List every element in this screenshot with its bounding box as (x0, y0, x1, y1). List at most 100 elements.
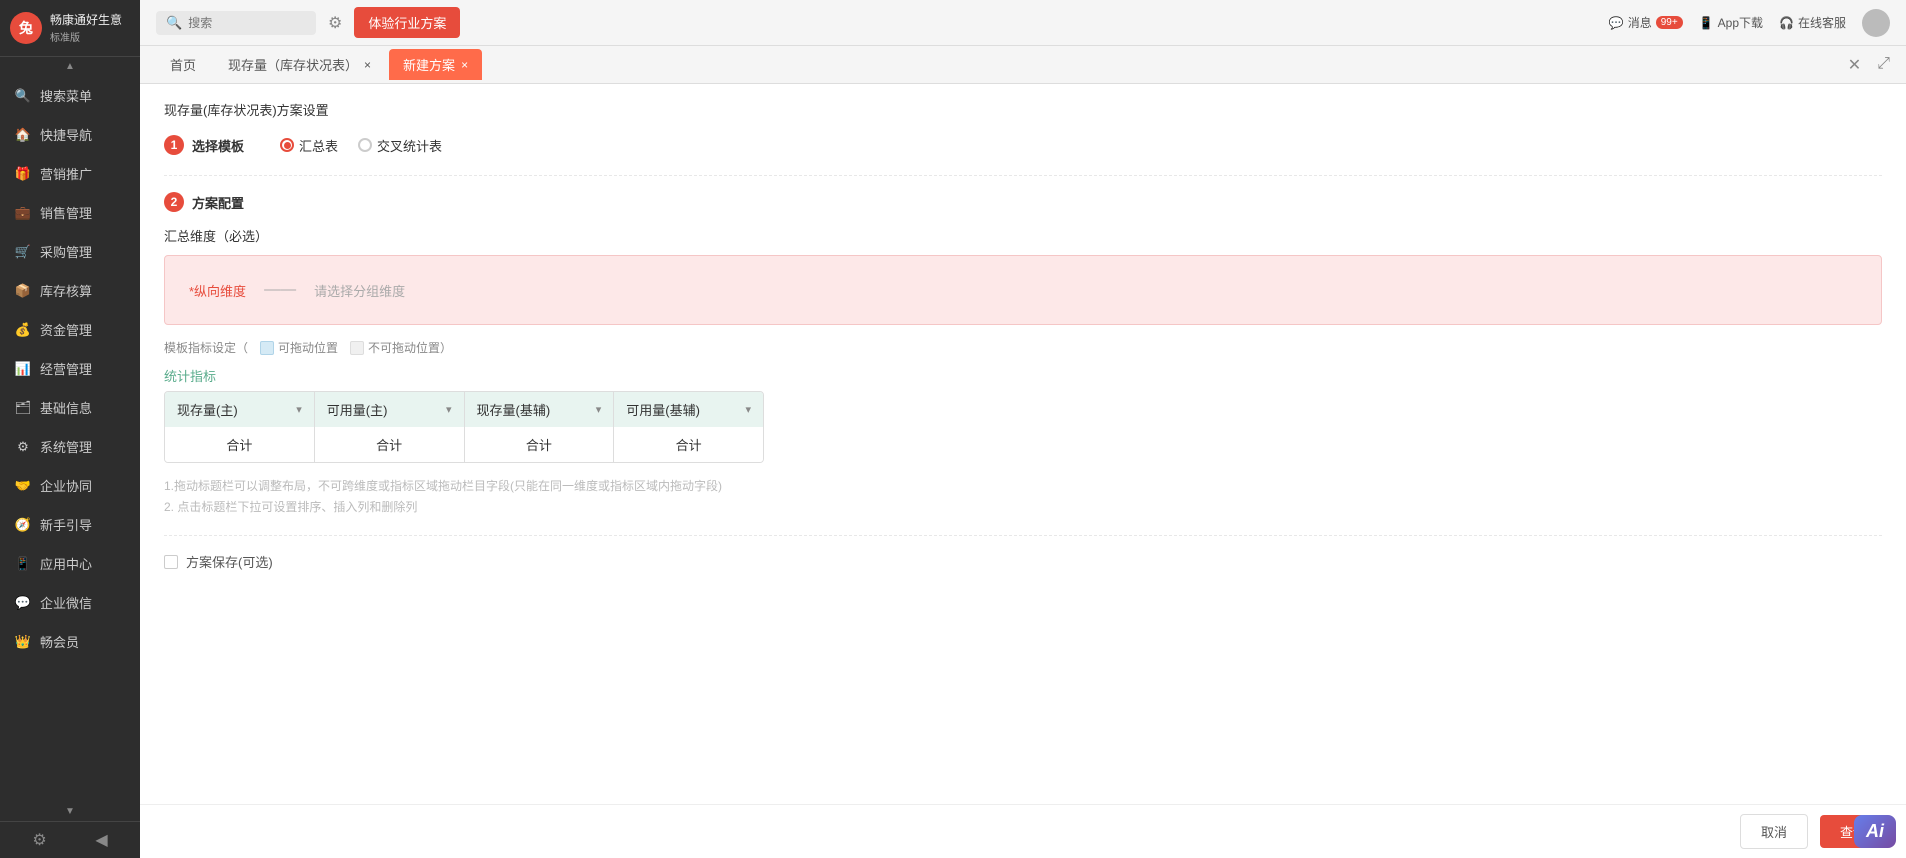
cancel-button[interactable]: 取消 (1740, 814, 1808, 849)
sidebar-item-search[interactable]: 🔍 搜索菜单 (0, 76, 140, 115)
dim-required-area[interactable]: *纵向维度 —— 请选择分组维度 (164, 255, 1882, 325)
tab-home-label: 首页 (170, 55, 196, 74)
stats-col-1-label: 可用量(主) (327, 400, 388, 419)
home-icon: 🏠 (14, 126, 32, 144)
search-input[interactable] (188, 16, 306, 30)
chevron-down-icon-2[interactable]: ▾ (596, 403, 602, 416)
sidebar-item-sales[interactable]: 💼 销售管理 (0, 193, 140, 232)
sidebar-item-marketing[interactable]: 🎁 营销推广 (0, 154, 140, 193)
chevron-down-icon-0[interactable]: ▾ (296, 403, 302, 416)
content-area: 现存量(库存状况表)方案设置 1 选择模板 汇总表 交叉统计表 (140, 84, 1906, 804)
sidebar-item-purchase[interactable]: 🛒 采购管理 (0, 232, 140, 271)
stats-col-1[interactable]: 可用量(主) ▾ (315, 392, 465, 427)
stats-cell-1: 合计 (315, 427, 465, 462)
stats-table: 现存量(主) ▾ 可用量(主) ▾ 现存量(基辅) ▾ 可用量(基辅) (164, 391, 764, 463)
save-option: 方案保存(可选) (164, 552, 1882, 571)
save-label: 方案保存(可选) (186, 552, 273, 571)
app-badge: 标准版 (50, 29, 122, 44)
headset-icon: 🎧 (1779, 16, 1794, 30)
divider-1 (164, 175, 1882, 176)
stats-col-0[interactable]: 现存量(主) ▾ (165, 392, 315, 427)
topbar-right: 💬 消息 99+ 📱 App下载 🎧 在线客服 (1609, 9, 1890, 37)
settings-button[interactable]: ⚙ (32, 830, 46, 850)
app-logo-icon: 兔 (10, 12, 42, 44)
message-icon: 💬 (1609, 16, 1624, 30)
template-options: 汇总表 交叉统计表 (280, 136, 442, 155)
avatar[interactable] (1862, 9, 1890, 37)
sidebar-item-label: 新手引导 (40, 515, 92, 534)
non-draggable-box (350, 341, 364, 355)
sidebar-item-system[interactable]: ⚙ 系统管理 (0, 427, 140, 466)
legend-draggable: 可拖动位置 (260, 339, 338, 356)
topbar-gear-icon[interactable]: ⚙ (328, 13, 342, 33)
stats-cell-0: 合计 (165, 427, 315, 462)
sidebar-footer: ⚙ ◀ (0, 821, 140, 858)
stats-col-3[interactable]: 可用量(基辅) ▾ (614, 392, 763, 427)
sidebar-item-management[interactable]: 📊 经营管理 (0, 349, 140, 388)
section1-title: 选择模板 (192, 136, 244, 155)
sidebar-scroll-down[interactable]: ▼ (0, 802, 140, 821)
chevron-down-icon-1[interactable]: ▾ (446, 403, 452, 416)
tabbar: 首页 现存量（库存状况表） × 新建方案 × ✕ ⤢ (140, 46, 1906, 84)
dim-label: 汇总维度（必选） (164, 226, 1882, 245)
app-name: 畅康通好生意 (50, 12, 122, 29)
stats-col-0-label: 现存量(主) (177, 400, 238, 419)
app-download-button[interactable]: 📱 App下载 (1699, 14, 1763, 31)
dim-placeholder: 请选择分组维度 (314, 281, 405, 300)
trial-button[interactable]: 体验行业方案 (354, 7, 460, 38)
tab-new-plan-close[interactable]: × (461, 58, 468, 72)
indicators-legend: 模板指标设定（ 可拖动位置 不可拖动位置） (164, 339, 1882, 356)
section-config: 2 方案配置 汇总维度（必选） *纵向维度 —— 请选择分组维度 模板指标设定（… (164, 192, 1882, 515)
sidebar-item-wechat[interactable]: 💬 企业微信 (0, 583, 140, 622)
wechat-icon: 💬 (14, 594, 32, 612)
sidebar-item-label: 库存核算 (40, 281, 92, 300)
tab-new-plan[interactable]: 新建方案 × (389, 49, 482, 80)
sidebar-item-newguide[interactable]: 🧭 新手引导 (0, 505, 140, 544)
radio-summary[interactable]: 汇总表 (280, 136, 338, 155)
radio-cross-circle[interactable] (358, 138, 372, 152)
indicators-label: 模板指标设定（ (164, 339, 248, 356)
tab-home[interactable]: 首页 (156, 49, 210, 80)
radio-cross[interactable]: 交叉统计表 (358, 136, 442, 155)
message-label: 消息 (1628, 14, 1652, 31)
radio-cross-label: 交叉统计表 (377, 136, 442, 155)
stats-table-header: 现存量(主) ▾ 可用量(主) ▾ 现存量(基辅) ▾ 可用量(基辅) (165, 392, 763, 427)
tab-inventory[interactable]: 现存量（库存状况表） × (214, 49, 385, 80)
sidebar-item-label: 经营管理 (40, 359, 92, 378)
stats-title: 统计指标 (164, 366, 1882, 385)
sidebar-item-quicknav[interactable]: 🏠 快捷导航 (0, 115, 140, 154)
tab-new-plan-label: 新建方案 (403, 55, 455, 74)
sidebar-scroll-up[interactable]: ▲ (0, 57, 140, 76)
sidebar-item-label: 基础信息 (40, 398, 92, 417)
section2-num: 2 (164, 192, 184, 212)
legend-non-draggable: 不可拖动位置） (350, 339, 452, 356)
close-panel-button[interactable]: ✕ (1848, 55, 1861, 75)
sidebar-item-inventory[interactable]: 📦 库存核算 (0, 271, 140, 310)
save-checkbox[interactable] (164, 555, 178, 569)
phone-icon: 📱 (1699, 16, 1714, 30)
section2-title: 方案配置 (192, 193, 244, 212)
enterprise-icon: 🤝 (14, 477, 32, 495)
sidebar-item-member[interactable]: 👑 畅会员 (0, 622, 140, 661)
radio-summary-circle[interactable] (280, 138, 294, 152)
service-button[interactable]: 🎧 在线客服 (1779, 14, 1846, 31)
sidebar-item-basic[interactable]: 🗂 基础信息 (0, 388, 140, 427)
expand-panel-button[interactable]: ⤢ (1877, 55, 1890, 75)
chevron-down-icon-3[interactable]: ▾ (745, 403, 751, 416)
stats-cell-2: 合计 (465, 427, 615, 462)
search-box[interactable]: 🔍 (156, 11, 316, 35)
message-button[interactable]: 💬 消息 99+ (1609, 14, 1683, 31)
collapse-button[interactable]: ◀ (95, 830, 107, 850)
sidebar-item-label: 应用中心 (40, 554, 92, 573)
basic-icon: 🗂 (14, 399, 32, 417)
sidebar-item-appcenter[interactable]: 📱 应用中心 (0, 544, 140, 583)
sidebar-item-finance[interactable]: 💰 资金管理 (0, 310, 140, 349)
sidebar-item-label: 快捷导航 (40, 125, 92, 144)
search-menu-icon: 🔍 (14, 87, 32, 105)
sidebar-item-enterprise[interactable]: 🤝 企业协同 (0, 466, 140, 505)
stats-cell-3: 合计 (614, 427, 763, 462)
ai-badge: Ai (1854, 815, 1896, 848)
stats-col-2[interactable]: 现存量(基辅) ▾ (465, 392, 615, 427)
tab-inventory-close[interactable]: × (364, 58, 371, 72)
draggable-label: 可拖动位置 (278, 339, 338, 356)
